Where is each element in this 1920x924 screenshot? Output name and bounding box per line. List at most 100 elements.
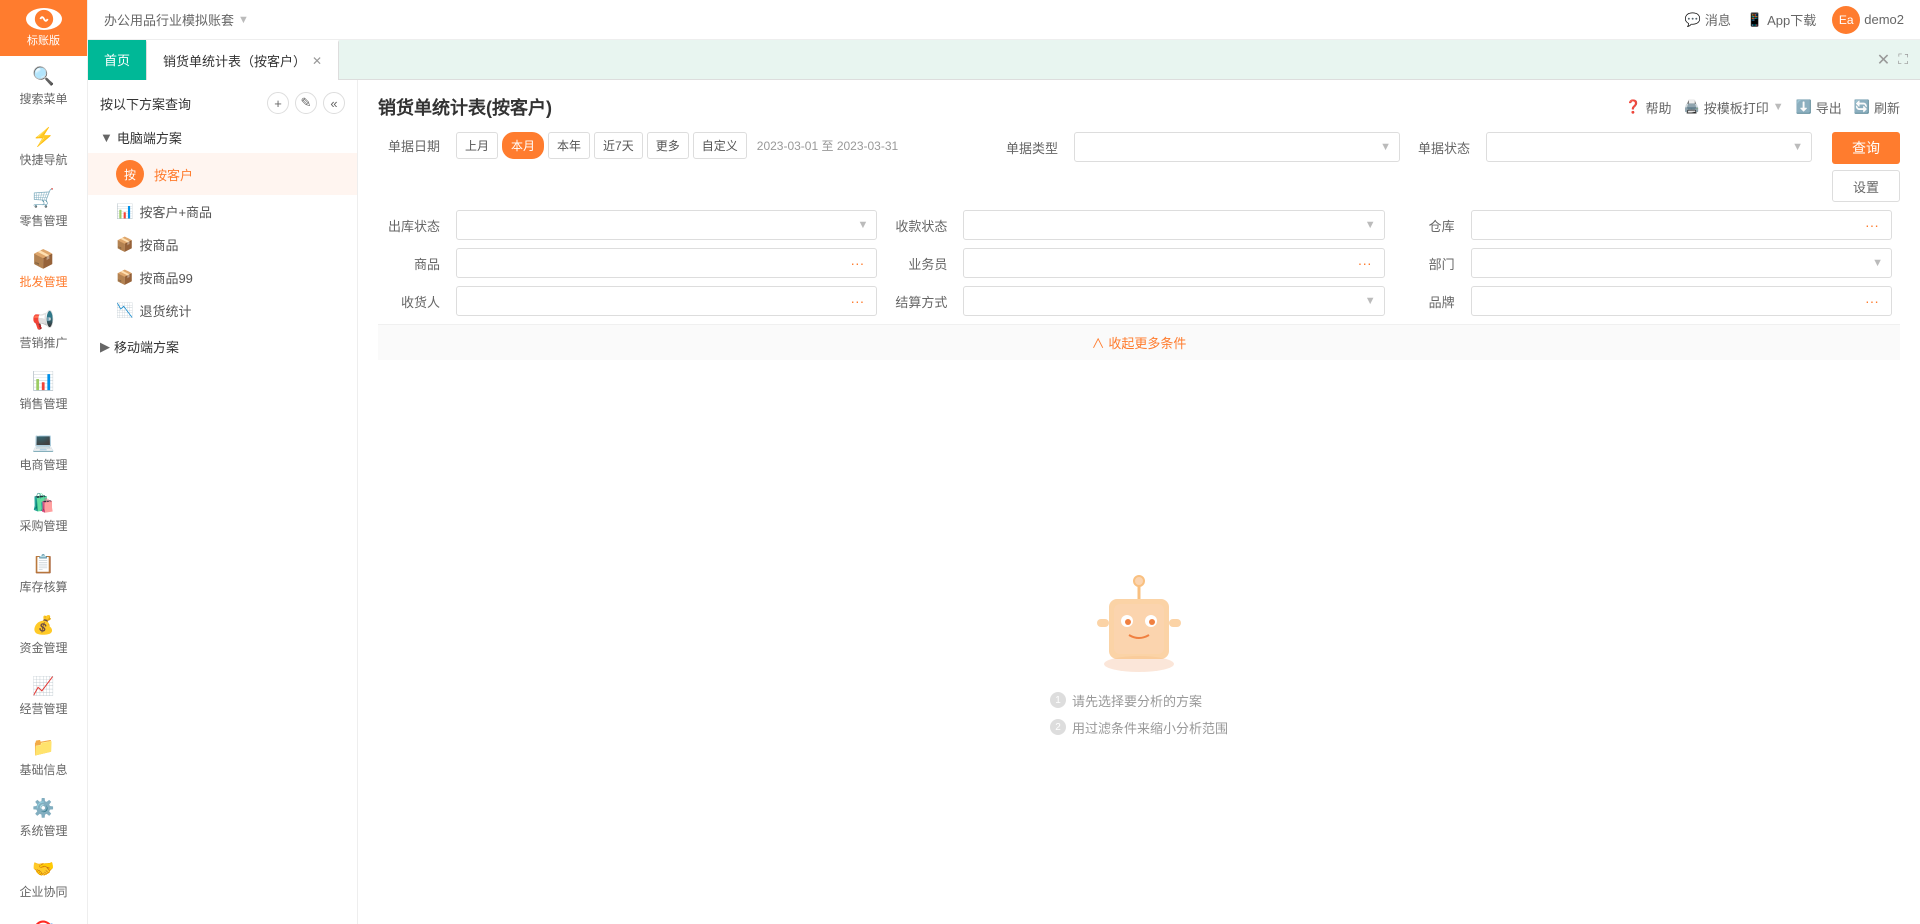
receipt-status-select[interactable]: ▼ xyxy=(963,210,1384,240)
receiver-dots[interactable]: ··· xyxy=(846,293,868,309)
scheme-item-by-goods-99[interactable]: 📦 按商品99 xyxy=(88,261,357,294)
sidebar-item-wholesale[interactable]: 📦 批发管理 xyxy=(0,239,87,300)
newbie-icon: 🎯 xyxy=(32,920,54,924)
scheme-item-return-label: 退货统计 xyxy=(139,301,191,320)
date-btn-custom[interactable]: 自定义 xyxy=(693,132,747,159)
system-icon: ⚙️ xyxy=(32,798,54,819)
refresh-icon: 🔄 xyxy=(1854,99,1870,115)
basic-icon: 📁 xyxy=(32,737,54,758)
tab-close-icon[interactable]: ✕ xyxy=(312,54,322,68)
sidebar-item-sales[interactable]: 📊 销售管理 xyxy=(0,361,87,422)
sidebar-item-basic[interactable]: 📁 基础信息 xyxy=(0,727,87,788)
scheme-group-pc-header[interactable]: ▼ 电脑端方案 xyxy=(88,122,357,153)
goods-dots[interactable]: ··· xyxy=(846,255,868,271)
empty-tips: 1 请先选择要分析的方案 2 用过滤条件来缩小分析范围 xyxy=(1050,691,1228,737)
collapse-scheme-button[interactable]: « xyxy=(323,92,345,114)
marketing-icon: 📢 xyxy=(32,310,54,331)
date-range-text: 2023-03-01 至 2023-03-31 xyxy=(757,137,898,154)
collapse-bar[interactable]: ∧ 收起更多条件 xyxy=(378,324,1900,360)
date-btn-7days[interactable]: 近7天 xyxy=(594,132,643,159)
print-icon: 🖨️ xyxy=(1684,99,1700,115)
help-icon: ❓ xyxy=(1625,99,1641,115)
date-btn-this-year[interactable]: 本年 xyxy=(548,132,590,159)
print-button[interactable]: 🖨️ 按模板打印 ▼ xyxy=(1684,98,1784,117)
payment-arrow: ▼ xyxy=(1365,295,1376,307)
sidebar-item-inventory[interactable]: 📋 库存核算 xyxy=(0,544,87,605)
sidebar-label-quicknav: 快捷导航 xyxy=(19,151,67,168)
salesman-select[interactable]: ··· xyxy=(963,248,1384,278)
operation-icon: 📈 xyxy=(32,676,54,697)
setting-button[interactable]: 设置 xyxy=(1832,170,1900,202)
tab-maximize-button[interactable]: ✕ ⛶ xyxy=(1865,50,1920,70)
bill-status-label: 单据状态 xyxy=(1408,138,1478,157)
goods-select[interactable]: ··· xyxy=(456,248,877,278)
date-btn-last-month[interactable]: 上月 xyxy=(456,132,498,159)
brand-dots[interactable]: ··· xyxy=(1861,293,1883,309)
sidebar-label-purchase: 采购管理 xyxy=(19,517,67,534)
tip-1-text: 请先选择要分析的方案 xyxy=(1072,691,1202,710)
sidebar-item-marketing[interactable]: 📢 营销推广 xyxy=(0,300,87,361)
export-button[interactable]: ⬇️ 导出 xyxy=(1796,98,1842,117)
edit-scheme-button[interactable]: ✎ xyxy=(295,92,317,114)
warehouse-label: 仓库 xyxy=(1393,216,1463,235)
brand-select[interactable]: ··· xyxy=(1471,286,1892,316)
salesman-dots[interactable]: ··· xyxy=(1354,255,1376,271)
logo-text: 标账版 xyxy=(27,32,60,48)
close-window-icon[interactable]: ✕ xyxy=(1877,50,1890,70)
receiver-select[interactable]: ··· xyxy=(456,286,877,316)
sidebar-item-finance[interactable]: 💰 资金管理 xyxy=(0,605,87,666)
purchase-icon: 🛍️ xyxy=(32,493,54,514)
sidebar-item-purchase[interactable]: 🛍️ 采购管理 xyxy=(0,483,87,544)
out-status-arrow: ▼ xyxy=(857,219,868,231)
filter-row-1: 单据日期 上月 本月 本年 近7天 更多 自定义 2023-03-01 至 20… xyxy=(378,132,1900,202)
user-menu[interactable]: Ea demo2 xyxy=(1832,6,1904,34)
scheme-item-by-goods[interactable]: 📦 按商品 xyxy=(88,228,357,261)
help-button[interactable]: ❓ 帮助 xyxy=(1625,98,1671,117)
sidebar: 标账版 🔍 搜索菜单 ⚡ 快捷导航 🛒 零售管理 📦 批发管理 📢 营销推广 📊… xyxy=(0,0,88,924)
sidebar-item-operation[interactable]: 📈 经营管理 xyxy=(0,666,87,727)
query-button[interactable]: 查询 xyxy=(1832,132,1900,164)
collapse-label: 收起更多条件 xyxy=(1108,336,1186,351)
app-download-button[interactable]: 📱 App下载 xyxy=(1747,10,1816,29)
scheme-item-by-customer-goods[interactable]: 📊 按客户+商品 xyxy=(88,195,357,228)
topbar-left: 办公用品行业模拟账套 ▼ xyxy=(104,10,249,29)
scheme-item-by-customer[interactable]: 按 按客户 xyxy=(88,153,357,195)
dept-select[interactable]: ▼ xyxy=(1471,248,1892,278)
sidebar-label-system: 系统管理 xyxy=(19,822,67,839)
sidebar-item-ecommerce[interactable]: 💻 电商管理 xyxy=(0,422,87,483)
payment-select[interactable]: ▼ xyxy=(963,286,1384,316)
out-status-select[interactable]: ▼ xyxy=(456,210,877,240)
sidebar-item-retail[interactable]: 🛒 零售管理 xyxy=(0,178,87,239)
scheme-group-mobile-header[interactable]: ▶ 移动端方案 xyxy=(88,331,357,362)
warehouse-select[interactable]: ··· xyxy=(1471,210,1892,240)
warehouse-dots[interactable]: ··· xyxy=(1861,217,1883,233)
topbar-title-dropdown[interactable]: 办公用品行业模拟账套 ▼ xyxy=(104,10,249,29)
sidebar-label-retail: 零售管理 xyxy=(19,212,67,229)
bill-status-select[interactable]: ▼ xyxy=(1486,132,1812,162)
date-btn-more[interactable]: 更多 xyxy=(647,132,689,159)
inventory-icon: 📋 xyxy=(32,554,54,575)
sidebar-item-quicknav[interactable]: ⚡ 快捷导航 xyxy=(0,117,87,178)
quick-nav-icon: ⚡ xyxy=(32,127,54,148)
sidebar-item-newbie[interactable]: 🎯 新手引导 xyxy=(0,910,87,924)
sidebar-item-system[interactable]: ⚙️ 系统管理 xyxy=(0,788,87,849)
scheme-item-return-stat[interactable]: 📉 退货统计 xyxy=(88,294,357,327)
add-scheme-button[interactable]: + xyxy=(267,92,289,114)
sidebar-item-search[interactable]: 🔍 搜索菜单 xyxy=(0,56,87,117)
refresh-button[interactable]: 🔄 刷新 xyxy=(1854,98,1900,117)
tab-sales-stat[interactable]: 销货单统计表（按客户） ✕ xyxy=(146,40,339,80)
tab-sales-stat-label: 销货单统计表（按客户） xyxy=(163,51,306,70)
date-btn-this-month[interactable]: 本月 xyxy=(502,132,544,159)
tab-home[interactable]: 首页 xyxy=(88,40,146,80)
warehouse-filter: 仓库 ··· xyxy=(1393,210,1900,240)
bill-type-select[interactable]: ▼ xyxy=(1074,132,1400,162)
scheme-group-pc: ▼ 电脑端方案 按 按客户 📊 按客户+商品 📦 按商品 📦 xyxy=(88,122,357,327)
sidebar-item-corp[interactable]: 🤝 企业协同 xyxy=(0,849,87,910)
content-area: 按以下方案查询 + ✎ « ▼ 电脑端方案 按 按客户 xyxy=(88,80,1920,924)
bill-type-filter: 单据类型 ▼ xyxy=(996,132,1408,162)
sidebar-label-wholesale: 批发管理 xyxy=(19,273,67,290)
message-button[interactable]: 💬 消息 xyxy=(1685,10,1731,29)
maximize-icon[interactable]: ⛶ xyxy=(1898,51,1908,68)
bill-type-label: 单据类型 xyxy=(996,138,1066,157)
date-filter-group: 单据日期 上月 本月 本年 近7天 更多 自定义 2023-03-01 至 20… xyxy=(378,132,996,159)
